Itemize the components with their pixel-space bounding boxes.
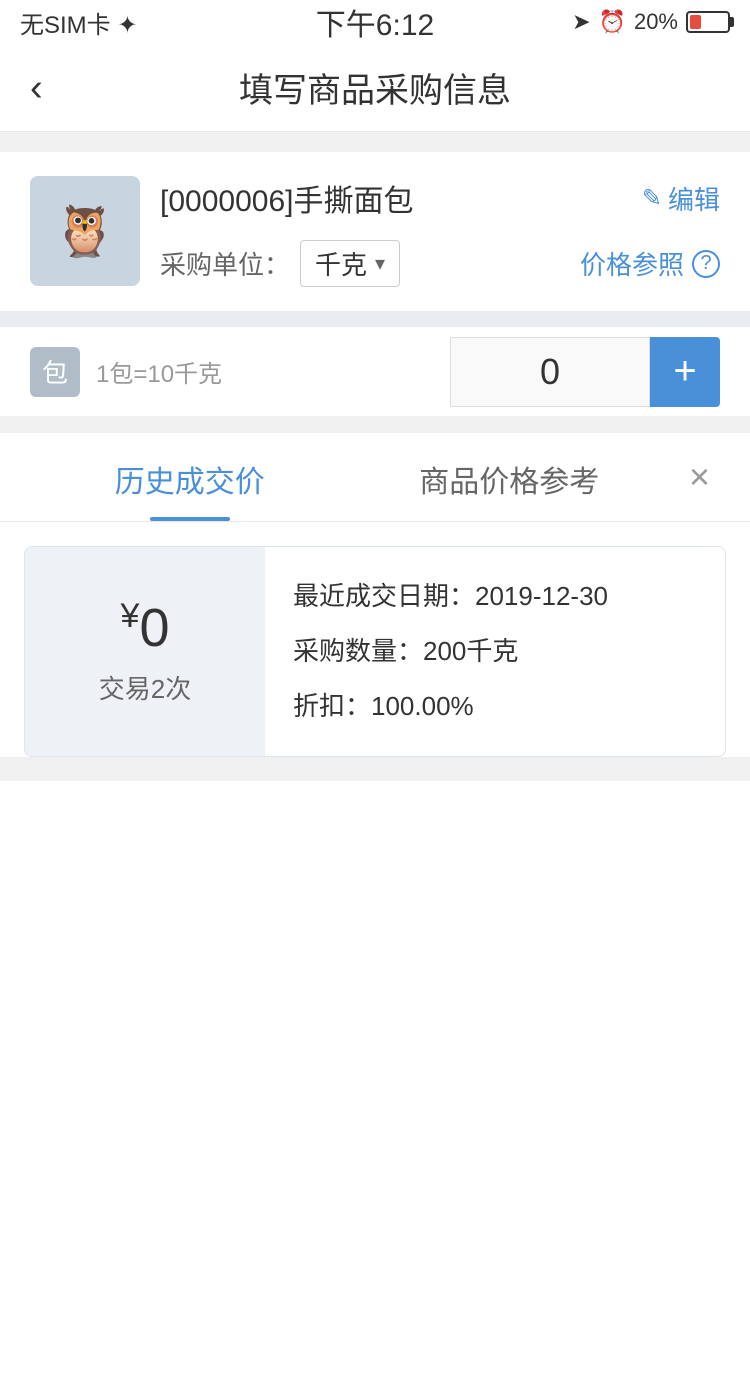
edit-icon: ✎ bbox=[642, 184, 662, 213]
quantity-unit-badge: 包 bbox=[30, 347, 80, 397]
price-ref-help-icon: ? bbox=[692, 250, 720, 278]
product-image: 🦉 bbox=[30, 176, 140, 286]
tab-bar: 历史成交价 商品价格参考 × bbox=[0, 433, 750, 522]
alarm-icon: ⏰ bbox=[599, 9, 626, 35]
quantity-section: 包 1包=10千克 0 + bbox=[0, 327, 750, 417]
trade-count: 交易2次 bbox=[99, 669, 191, 706]
carrier-text: 无SIM卡 ✦ bbox=[20, 5, 137, 40]
status-left: 无SIM卡 ✦ bbox=[20, 5, 137, 40]
back-button[interactable]: ‹ bbox=[30, 69, 43, 107]
product-thumbnail-icon: 🦉 bbox=[54, 202, 116, 261]
product-row: 🦉 [0000006]手撕面包 ✎ 编辑 采购单位： 千克 ▾ bbox=[30, 176, 720, 287]
quantity-label-group: 包 1包=10千克 bbox=[30, 347, 222, 397]
price-card: ¥0 交易2次 最近成交日期：2019-12-30 采购数量：200千克 折扣：… bbox=[24, 546, 726, 757]
quantity-input-group: 0 + bbox=[450, 337, 720, 407]
price-card-right: 最近成交日期：2019-12-30 采购数量：200千克 折扣：100.00% bbox=[265, 547, 725, 756]
recent-date-label: 最近成交日期： bbox=[293, 581, 475, 611]
recent-date-value: 2019-12-30 bbox=[475, 581, 608, 611]
tab-history-price[interactable]: 历史成交价 bbox=[30, 433, 349, 521]
discount-value: 100.00% bbox=[371, 691, 474, 721]
qty-label: 采购数量： bbox=[293, 636, 423, 666]
bottom-background bbox=[0, 781, 750, 1381]
price-card-left: ¥0 交易2次 bbox=[25, 547, 265, 756]
discount-label: 折扣： bbox=[293, 691, 371, 721]
purchase-qty-row: 采购数量：200千克 bbox=[293, 632, 697, 671]
unit-conversion-label: 1包=10千克 bbox=[96, 354, 222, 389]
tab-section: 历史成交价 商品价格参考 × ¥0 交易2次 最近成交日期：2019-12-30… bbox=[0, 433, 750, 757]
quantity-plus-button[interactable]: + bbox=[650, 337, 720, 407]
battery-indicator bbox=[686, 11, 730, 33]
tab-history-label: 历史成交价 bbox=[115, 466, 265, 499]
price-value: 0 bbox=[139, 598, 169, 658]
price-amount: ¥0 bbox=[121, 597, 170, 659]
edit-label: 编辑 bbox=[668, 180, 720, 217]
nav-bar: ‹ 填写商品采购信息 bbox=[0, 44, 750, 132]
location-icon: ➤ bbox=[572, 9, 590, 35]
battery-body bbox=[686, 11, 730, 33]
section-divider bbox=[0, 311, 750, 327]
tab-product-price-label: 商品价格参考 bbox=[419, 466, 599, 499]
status-right: ➤ ⏰ 20% bbox=[572, 9, 730, 35]
discount-row: 折扣：100.00% bbox=[293, 687, 697, 726]
tab-active-indicator bbox=[150, 517, 230, 521]
unit-arrow-icon: ▾ bbox=[375, 251, 385, 276]
qty-value: 200千克 bbox=[423, 636, 518, 666]
quantity-input[interactable]: 0 bbox=[450, 337, 650, 407]
page-title: 填写商品采购信息 bbox=[239, 63, 511, 112]
product-name-row: [0000006]手撕面包 ✎ 编辑 bbox=[160, 176, 720, 220]
recent-date-row: 最近成交日期：2019-12-30 bbox=[293, 577, 697, 616]
product-section: 🦉 [0000006]手撕面包 ✎ 编辑 采购单位： 千克 ▾ bbox=[0, 152, 750, 311]
status-bar: 无SIM卡 ✦ 下午6:12 ➤ ⏰ 20% bbox=[0, 0, 750, 44]
unit-label: 采购单位： bbox=[160, 245, 290, 282]
edit-button[interactable]: ✎ 编辑 bbox=[642, 180, 720, 217]
unit-value: 千克 bbox=[315, 245, 367, 282]
battery-fill bbox=[690, 15, 701, 29]
tab-product-price-ref[interactable]: 商品价格参考 bbox=[349, 433, 668, 521]
tab-close-button[interactable]: × bbox=[669, 446, 720, 508]
price-yen-symbol: ¥ bbox=[121, 597, 140, 635]
unit-dropdown[interactable]: 千克 ▾ bbox=[300, 240, 400, 287]
status-time: 下午6:12 bbox=[316, 0, 434, 44]
price-ref-label: 价格参照 bbox=[580, 245, 684, 282]
product-name: [0000006]手撕面包 bbox=[160, 176, 413, 220]
price-reference-button[interactable]: 价格参照 ? bbox=[580, 245, 720, 282]
battery-percent: 20% bbox=[634, 9, 678, 35]
unit-selector-group: 采购单位： 千克 ▾ bbox=[160, 240, 400, 287]
product-details: [0000006]手撕面包 ✎ 编辑 采购单位： 千克 ▾ 价格参照 ? bbox=[160, 176, 720, 287]
purchase-unit-row: 采购单位： 千克 ▾ 价格参照 ? bbox=[160, 240, 720, 287]
